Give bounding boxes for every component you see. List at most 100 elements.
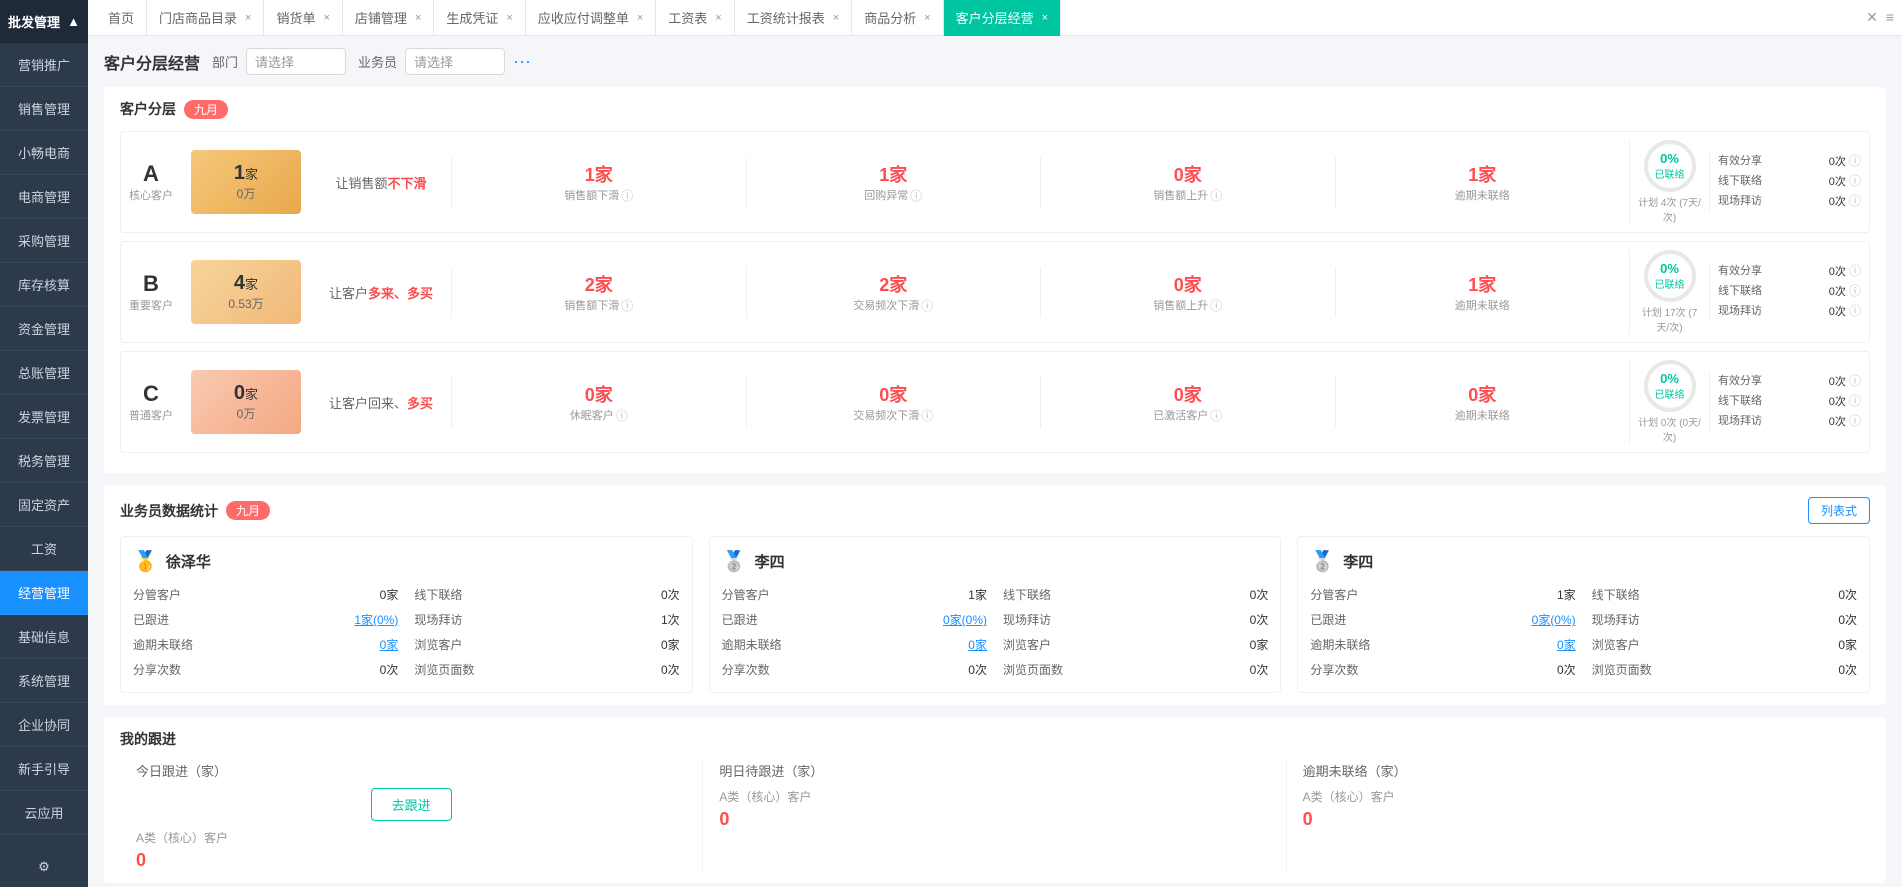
tab-客户分层经营[interactable]: 客户分层经营× (944, 0, 1061, 36)
goto-followup-button[interactable]: 去跟进 (371, 788, 452, 821)
sidebar-item-系统管理[interactable]: 系统管理 (0, 659, 88, 703)
tab-close-icon[interactable]: × (1042, 12, 1048, 24)
tab-close-icon[interactable]: × (924, 12, 930, 24)
staff-stat-row: 已跟进 1家(0%) (133, 609, 398, 630)
tab-menu-icon[interactable]: ≡ (1886, 9, 1894, 26)
sidebar-item-云应用[interactable]: 云应用 (0, 791, 88, 835)
sidebar-item-资金管理[interactable]: 资金管理 (0, 307, 88, 351)
page-header: 客户分层经营 部门 请选择 业务员 请选择 ··· (104, 48, 1886, 75)
tab-close-icon[interactable]: × (833, 12, 839, 24)
tab-工资统计报表[interactable]: 工资统计报表× (735, 0, 852, 36)
staff-stat-label: 浏览页面数 (414, 661, 474, 678)
info-icon[interactable]: ⓘ (1849, 414, 1861, 428)
tier-stat-item: 0家 销售额上升 ⓘ (1040, 157, 1335, 208)
dept-filter: 部门 请选择 (212, 48, 346, 75)
tier-row-A: A核心客户 1家 0万 让销售额不下滑 1家 销售额下滑 ⓘ 1家 回购异常 ⓘ… (120, 131, 1870, 233)
info-icon[interactable]: ⓘ (1849, 284, 1861, 298)
right-stat-line: 现场拜访0次 ⓘ (1718, 412, 1861, 429)
tab-生成凭证[interactable]: 生成凭证× (434, 0, 525, 36)
info-icon[interactable]: ⓘ (621, 297, 633, 314)
tab-店铺管理[interactable]: 店铺管理× (343, 0, 434, 36)
staff-stat-label: 已跟进 (722, 611, 758, 628)
followup-title: 我的跟进 (120, 729, 176, 749)
tab-工资表[interactable]: 工资表× (656, 0, 734, 36)
info-icon[interactable]: ⓘ (1849, 394, 1861, 408)
staff-stat-label: 逾期未联络 (722, 636, 782, 653)
tab-close-all-icon[interactable]: ✕ (1866, 9, 1878, 26)
info-icon[interactable]: ⓘ (1210, 407, 1222, 424)
info-icon[interactable]: ⓘ (1849, 264, 1861, 278)
info-icon[interactable]: ⓘ (1849, 374, 1861, 388)
sidebar-item-税务管理[interactable]: 税务管理 (0, 439, 88, 483)
sidebar-item-工资[interactable]: 工资 (0, 527, 88, 571)
followup-col-0: 今日跟进（家） 去跟进 A类（核心）客户 0 (120, 761, 703, 871)
staff-stat-value[interactable]: 0家(0%) (943, 611, 987, 628)
staff-stat-row: 分享次数 0次 (722, 659, 987, 680)
tier-stats-C: 0家 休眠客户 ⓘ 0家 交易频次下滑 ⓘ 0家 已激活客户 ⓘ 0家 逾期未联… (451, 377, 1629, 428)
customer-tier-section: 客户分层 九月 A核心客户 1家 0万 让销售额不下滑 1家 销售额下滑 ⓘ 1… (104, 87, 1886, 473)
sidebar-item-发票管理[interactable]: 发票管理 (0, 395, 88, 439)
sidebar-item-企业协同[interactable]: 企业协同 (0, 703, 88, 747)
info-icon[interactable]: ⓘ (1849, 174, 1861, 188)
tab-close-icon[interactable]: × (506, 12, 512, 24)
staff-stat-value[interactable]: 0家 (968, 636, 987, 653)
tier-slogan-B: 让客户多来、多买 (311, 283, 451, 302)
staff-stat-row: 逾期未联络 0家 (133, 634, 398, 655)
tab-应收应付调整单[interactable]: 应收应付调整单× (526, 0, 656, 36)
staff-stat-value[interactable]: 0家(0%) (1532, 611, 1576, 628)
tab-close-icon[interactable]: × (715, 12, 721, 24)
dept-select[interactable]: 请选择 (246, 48, 346, 75)
info-icon[interactable]: ⓘ (1210, 187, 1222, 204)
info-icon[interactable]: ⓘ (921, 407, 933, 424)
followup-sub-label: A类（核心）客户 (719, 788, 1269, 805)
tier-title: 客户分层 (120, 99, 176, 119)
tab-商品分析[interactable]: 商品分析× (852, 0, 943, 36)
sidebar-item-固定资产[interactable]: 固定资产 (0, 483, 88, 527)
sidebar-footer-settings[interactable]: ⚙ (0, 847, 88, 887)
sidebar-item-总账管理[interactable]: 总账管理 (0, 351, 88, 395)
sidebar-item-小畅电商[interactable]: 小畅电商 (0, 131, 88, 175)
sidebar: 批发管理 ▲ 营销推广销售管理小畅电商电商管理采购管理库存核算资金管理总账管理发… (0, 0, 88, 887)
sidebar-item-电商管理[interactable]: 电商管理 (0, 175, 88, 219)
tab-销货单[interactable]: 销货单× (264, 0, 342, 36)
staff-stat-value: 0次 (1838, 611, 1857, 628)
main-area: 首页门店商品目录×销货单×店铺管理×生成凭证×应收应付调整单×工资表×工资统计报… (88, 0, 1902, 887)
staff-stat-label: 线下联络 (414, 586, 462, 603)
info-icon[interactable]: ⓘ (1849, 154, 1861, 168)
sidebar-item-新手引导[interactable]: 新手引导 (0, 747, 88, 791)
info-icon[interactable]: ⓘ (1210, 297, 1222, 314)
tab-首页[interactable]: 首页 (96, 0, 147, 36)
sidebar-item-营销推广[interactable]: 营销推广 (0, 43, 88, 87)
info-icon[interactable]: ⓘ (1849, 304, 1861, 318)
sidebar-item-采购管理[interactable]: 采购管理 (0, 219, 88, 263)
staff-stat-value[interactable]: 0家 (380, 636, 399, 653)
staff-medal-icon: 🥈 (722, 549, 747, 574)
tab-close-icon[interactable]: × (415, 12, 421, 24)
info-icon[interactable]: ⓘ (1849, 194, 1861, 208)
sidebar-item-库存核算[interactable]: 库存核算 (0, 263, 88, 307)
page-title: 客户分层经营 (104, 50, 200, 74)
tab-门店商品目录[interactable]: 门店商品目录× (147, 0, 264, 36)
tier-stat-item: 1家 逾期未联络 (1335, 267, 1630, 317)
tier-stat-item: 1家 销售额下滑 ⓘ (451, 157, 746, 208)
info-icon[interactable]: ⓘ (616, 407, 628, 424)
staff-stat-value[interactable]: 0家 (1557, 636, 1576, 653)
info-icon[interactable]: ⓘ (910, 187, 922, 204)
more-filter-icon[interactable]: ··· (513, 51, 531, 72)
dept-label: 部门 (212, 52, 238, 71)
list-view-button[interactable]: 列表式 (1808, 497, 1870, 524)
info-icon[interactable]: ⓘ (921, 297, 933, 314)
staff-select[interactable]: 请选择 (405, 48, 505, 75)
info-icon[interactable]: ⓘ (621, 187, 633, 204)
sidebar-header[interactable]: 批发管理 ▲ (0, 0, 88, 43)
staff-stat-value[interactable]: 1家(0%) (354, 611, 398, 628)
tab-close-icon[interactable]: × (245, 12, 251, 24)
followup-col-title: 今日跟进（家） (136, 761, 686, 780)
followup-col-2: 逾期未联络（家） A类（核心）客户 0 (1287, 761, 1870, 871)
tab-close-icon[interactable]: × (637, 12, 643, 24)
sidebar-item-销售管理[interactable]: 销售管理 (0, 87, 88, 131)
tab-close-icon[interactable]: × (323, 12, 329, 24)
sidebar-collapse-icon[interactable]: ▲ (67, 14, 80, 29)
sidebar-item-基础信息[interactable]: 基础信息 (0, 615, 88, 659)
sidebar-item-经营管理[interactable]: 经营管理 (0, 571, 88, 615)
